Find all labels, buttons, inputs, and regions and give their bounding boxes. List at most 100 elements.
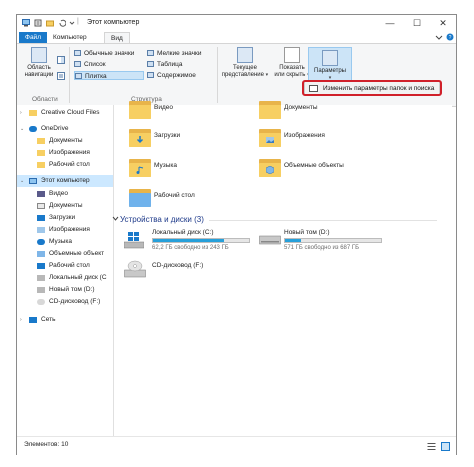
folder-icon — [37, 162, 45, 168]
music-icon — [37, 239, 45, 245]
section-divider — [209, 220, 437, 221]
nav-item-documents[interactable]: Документы — [17, 200, 113, 212]
windows-drive-icon[interactable] — [124, 231, 144, 249]
folder-icon — [37, 150, 45, 156]
folder-images-label: Изображения — [284, 132, 325, 139]
cd-drive-icon[interactable] — [124, 260, 146, 278]
drive-c-free-space: 62,2 ГБ свободно из 243 ГБ — [152, 245, 229, 251]
chevron-right-icon: › — [20, 317, 22, 323]
title-divider: | — [77, 18, 79, 25]
folder-images[interactable] — [259, 127, 281, 147]
folder-music[interactable] — [129, 157, 151, 177]
nav-item-onedrive[interactable]: ⌄ OneDrive — [17, 123, 113, 135]
chevron-right-icon: › — [20, 110, 22, 116]
view-small-icons[interactable]: Мелкие значки — [147, 49, 213, 58]
nav-item-3d-objects[interactable]: Объемные объект — [17, 248, 113, 260]
drive-d-free-space: 571 ГБ свободно из 687 ГБ — [284, 245, 360, 251]
nav-item-onedrive-desktop[interactable]: Рабочий стол — [17, 159, 113, 171]
cd-icon — [37, 299, 45, 305]
chevron-down-icon[interactable] — [112, 215, 119, 222]
nav-item-desktop[interactable]: Рабочий стол — [17, 260, 113, 272]
properties-icon[interactable] — [34, 19, 42, 27]
folder-desktop[interactable] — [129, 187, 151, 207]
nav-pane-button[interactable]: Область навигации — [23, 47, 55, 79]
table-icon — [147, 61, 154, 68]
ribbon-view: Область навигации Обычные значки Мелкие … — [17, 43, 456, 107]
ribbon-separator — [217, 47, 218, 103]
show-hide-label: Показать — [279, 65, 305, 71]
folder-3d-objects-label: Объемные объекты — [284, 162, 344, 169]
help-icon[interactable]: ? — [446, 33, 454, 41]
options-button[interactable]: Параметры ▾ — [308, 47, 352, 81]
maximize-button[interactable]: ☐ — [404, 15, 430, 32]
nav-item-this-pc[interactable]: ⌄ Этот компьютер — [17, 175, 113, 187]
undo-icon[interactable] — [58, 19, 66, 27]
nav-item-drive-c[interactable]: Локальный диск (C — [17, 272, 113, 284]
music-note-icon — [136, 166, 144, 174]
highlight-frame — [302, 80, 442, 96]
view-table[interactable]: Таблица — [147, 60, 213, 69]
cube-icon — [266, 166, 274, 174]
large-icons-view-icon[interactable] — [441, 442, 450, 451]
chevron-down-icon: ⌄ — [20, 126, 25, 132]
drive-icon — [37, 287, 45, 293]
show-hide-icon — [284, 47, 300, 63]
chevron-down-icon: ⌄ — [20, 178, 25, 184]
folder-downloads[interactable] — [129, 127, 151, 147]
nav-item-music[interactable]: Музыка — [17, 236, 113, 248]
folder-icon — [29, 110, 37, 116]
show-hide-button[interactable]: Показать или скрыть ▾ — [272, 47, 312, 79]
small-icons-icon — [147, 50, 154, 57]
preview-pane-icon[interactable] — [57, 56, 65, 64]
nav-item-network[interactable]: › Сеть — [17, 314, 113, 326]
details-pane-icon[interactable] — [57, 72, 65, 80]
view-list[interactable]: Список — [74, 60, 144, 69]
folder-video[interactable] — [129, 99, 151, 119]
cloud-icon — [29, 126, 37, 132]
download-arrow-icon — [136, 136, 144, 144]
nav-pane-label-2: навигации — [24, 72, 54, 78]
minimize-button[interactable]: — — [377, 15, 403, 32]
nav-item-images[interactable]: Изображения — [17, 224, 113, 236]
nav-item-onedrive-images[interactable]: Изображения — [17, 147, 113, 159]
nav-item-cd-drive[interactable]: CD-дисковод (F:) — [17, 296, 113, 308]
content-icon — [147, 72, 154, 79]
drive-c-name[interactable]: Локальный диск (C:) — [152, 229, 214, 236]
explorer-window: | Этот компьютер — ☐ ✕ Файл Компьютер Ви… — [16, 14, 457, 456]
content-area: Видео Документы Загрузки Изображения Муз… — [112, 101, 452, 436]
new-folder-icon[interactable] — [46, 19, 54, 27]
nav-item-video[interactable]: Видео — [17, 188, 113, 200]
show-hide-label-2: или скрыть — [274, 72, 306, 78]
large-icons-icon — [74, 50, 81, 57]
devices-section-title[interactable]: Устройства и диски (3) — [120, 215, 204, 224]
drive-icon[interactable] — [259, 235, 281, 245]
current-view-label-2: представление — [221, 72, 264, 78]
view-large-icons[interactable]: Обычные значки — [74, 49, 144, 58]
folder-3d-objects[interactable] — [259, 157, 281, 177]
documents-icon — [37, 203, 45, 209]
folder-documents[interactable] — [259, 99, 281, 119]
nav-item-onedrive-documents[interactable]: Документы — [17, 135, 113, 147]
tab-file[interactable]: Файл — [19, 32, 47, 43]
close-button[interactable]: ✕ — [430, 15, 456, 32]
details-view-icon[interactable] — [427, 442, 436, 451]
quick-access-dropdown-icon[interactable] — [68, 19, 76, 27]
collapse-ribbon-icon[interactable] — [435, 34, 443, 41]
nav-item-downloads[interactable]: Загрузки — [17, 212, 113, 224]
folder-video-label: Видео — [154, 104, 173, 111]
folder-desktop-label: Рабочий стол — [154, 192, 195, 199]
drive-f-name[interactable]: CD-дисковод (F:) — [152, 262, 203, 269]
drive-d-usage-fill — [285, 239, 302, 242]
window-title: Этот компьютер — [87, 19, 140, 26]
view-tiles[interactable]: Плитка — [74, 71, 144, 80]
nav-item-drive-d[interactable]: Новый том (D:) — [17, 284, 113, 296]
nav-item-creative-cloud[interactable]: › Creative Cloud Files — [17, 107, 113, 119]
navigation-pane: › Creative Cloud Files ⌄ OneDrive Документ… — [17, 105, 114, 436]
nav-pane-icon — [31, 47, 47, 63]
tab-computer[interactable]: Компьютер — [47, 32, 93, 43]
drive-c-usage-bar — [152, 238, 250, 243]
view-content[interactable]: Содержимое — [147, 71, 213, 80]
tiles-icon — [75, 73, 82, 80]
drive-d-name[interactable]: Новый том (D:) — [284, 229, 330, 236]
current-view-button[interactable]: Текущее представление ▾ — [220, 47, 270, 79]
